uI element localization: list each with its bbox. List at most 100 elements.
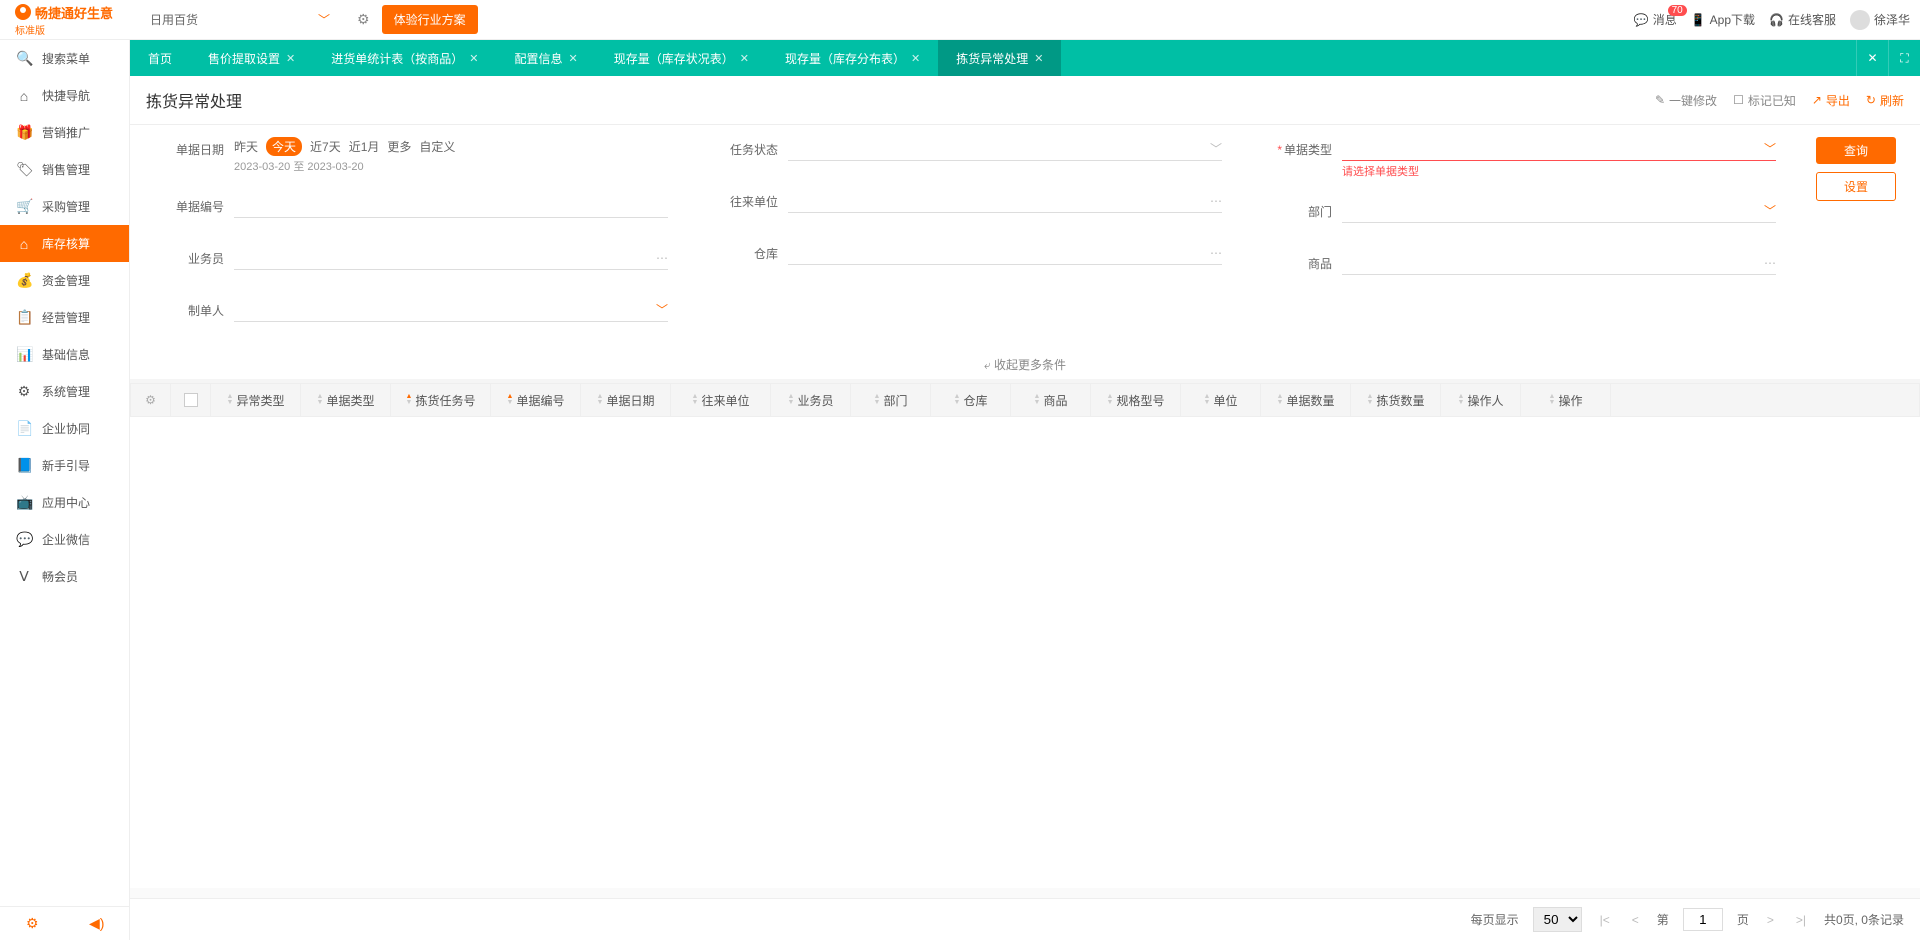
select-all-cell xyxy=(171,384,211,416)
preset-last7[interactable]: 近7天 xyxy=(310,138,341,155)
sidebar-item-9[interactable]: ⚙系统管理 xyxy=(0,373,129,410)
column-header-9[interactable]: ▲▼商品 xyxy=(1011,384,1091,416)
chevron-down-icon: ﹀ xyxy=(318,11,330,28)
close-icon[interactable]: ✕ xyxy=(286,52,295,65)
bill-type-input[interactable]: ﹀ xyxy=(1342,137,1776,161)
close-icon[interactable]: ✕ xyxy=(1034,52,1043,65)
warehouse-input[interactable]: ⋯ xyxy=(788,241,1222,265)
column-header-5[interactable]: ▲▼往来单位 xyxy=(671,384,771,416)
close-icon[interactable]: ✕ xyxy=(740,52,749,65)
product-input[interactable]: ⋯ xyxy=(1342,251,1776,275)
ellipsis-icon[interactable]: ⋯ xyxy=(1764,256,1776,270)
ellipsis-icon[interactable]: ⋯ xyxy=(656,251,668,265)
sidebar-item-13[interactable]: 💬企业微信 xyxy=(0,521,129,558)
page-input[interactable] xyxy=(1683,908,1723,931)
bill-type-error: 请选择单据类型 xyxy=(1342,163,1776,179)
chevron-down-icon[interactable]: ﹀ xyxy=(656,301,668,318)
export-button[interactable]: ↗ 导出 xyxy=(1812,92,1850,109)
ellipsis-icon[interactable]: ⋯ xyxy=(1210,194,1222,208)
gear-icon[interactable]: ⚙ xyxy=(357,11,370,28)
query-button[interactable]: 查询 xyxy=(1816,137,1896,164)
column-header-12[interactable]: ▲▼单据数量 xyxy=(1261,384,1351,416)
page-actions: ✎ 一键修改 ☐ 标记已知 ↗ 导出 ↻ 刷新 xyxy=(1655,92,1904,109)
table-settings-icon[interactable]: ⚙ xyxy=(131,384,171,416)
column-header-8[interactable]: ▲▼仓库 xyxy=(931,384,1011,416)
close-icon[interactable]: ✕ xyxy=(569,52,578,65)
task-status-input[interactable]: ﹀ xyxy=(788,137,1222,161)
fullscreen-button[interactable]: ⛶ xyxy=(1888,40,1920,76)
phone-icon: 📱 xyxy=(1691,13,1706,27)
column-header-10[interactable]: ▲▼规格型号 xyxy=(1091,384,1181,416)
partner-input[interactable]: ⋯ xyxy=(788,189,1222,213)
dept-input[interactable]: ﹀ xyxy=(1342,199,1776,223)
collapse-filters-button[interactable]: ⤶ 收起更多条件 xyxy=(130,350,1920,379)
sidebar-item-8[interactable]: 📊基础信息 xyxy=(0,336,129,373)
select-all-checkbox[interactable] xyxy=(184,393,198,407)
column-header-0[interactable]: ▲▼异常类型 xyxy=(211,384,301,416)
preset-yesterday[interactable]: 昨天 xyxy=(234,138,258,155)
salesman-input[interactable]: ⋯ xyxy=(234,246,668,270)
column-header-4[interactable]: ▲▼单据日期 xyxy=(581,384,671,416)
column-header-11[interactable]: ▲▼单位 xyxy=(1181,384,1261,416)
column-header-3[interactable]: ▲▼单据编号 xyxy=(491,384,581,416)
close-icon[interactable]: ✕ xyxy=(469,52,478,65)
sidebar-item-0[interactable]: 🔍搜索菜单 xyxy=(0,40,129,77)
column-header-13[interactable]: ▲▼拣货数量 xyxy=(1351,384,1441,416)
sidebar-item-7[interactable]: 📋经营管理 xyxy=(0,299,129,336)
per-page-select[interactable]: 50 xyxy=(1533,907,1582,932)
column-header-14[interactable]: ▲▼操作人 xyxy=(1441,384,1521,416)
next-page-button[interactable]: > xyxy=(1763,913,1778,927)
preset-last-month[interactable]: 近1月 xyxy=(349,138,380,155)
preset-custom[interactable]: 自定义 xyxy=(419,138,455,155)
sidebar-item-1[interactable]: ⌂快捷导航 xyxy=(0,77,129,114)
tab-2[interactable]: 进货单统计表（按商品）✕ xyxy=(313,40,496,76)
close-icon[interactable]: ✕ xyxy=(911,52,920,65)
cta-button[interactable]: 体验行业方案 xyxy=(382,5,478,34)
tab-4[interactable]: 现存量（库存状况表）✕ xyxy=(596,40,767,76)
sidebar-item-2[interactable]: 🎁营销推广 xyxy=(0,114,129,151)
close-tabs-button[interactable]: ✕ xyxy=(1856,40,1888,76)
sidebar-item-14[interactable]: Ⅴ畅会员 xyxy=(0,558,129,595)
preset-today[interactable]: 今天 xyxy=(266,137,302,156)
sidebar-item-3[interactable]: 🏷销售管理 xyxy=(0,151,129,188)
domain-selector[interactable]: 日用百货 ﹀ xyxy=(150,11,345,28)
column-header-2[interactable]: ▲▼拣货任务号 xyxy=(391,384,491,416)
settings-icon[interactable]: ⚙ xyxy=(0,907,65,940)
tab-1[interactable]: 售价提取设置✕ xyxy=(190,40,313,76)
column-header-1[interactable]: ▲▼单据类型 xyxy=(301,384,391,416)
user-menu[interactable]: 徐泽华 xyxy=(1850,10,1910,30)
column-header-15[interactable]: ▲▼操作 xyxy=(1521,384,1611,416)
last-page-button[interactable]: >| xyxy=(1792,913,1810,927)
settings-button[interactable]: 设置 xyxy=(1816,172,1896,201)
preset-more[interactable]: 更多 xyxy=(387,138,411,155)
chevron-down-icon[interactable]: ﹀ xyxy=(1210,140,1222,157)
collapse-sidebar-icon[interactable]: ◀) xyxy=(65,907,130,940)
sidebar-item-6[interactable]: 💰资金管理 xyxy=(0,262,129,299)
batch-edit-button[interactable]: ✎ 一键修改 xyxy=(1655,92,1717,109)
tab-5[interactable]: 现存量（库存分布表）✕ xyxy=(767,40,938,76)
column-header-7[interactable]: ▲▼部门 xyxy=(851,384,931,416)
chevron-down-icon[interactable]: ﹀ xyxy=(1764,202,1776,219)
ellipsis-icon[interactable]: ⋯ xyxy=(1210,246,1222,260)
app-download-button[interactable]: 📱 App下载 xyxy=(1691,11,1755,28)
billno-input[interactable] xyxy=(234,194,668,218)
online-service-button[interactable]: 🎧 在线客服 xyxy=(1769,11,1836,28)
sidebar-item-11[interactable]: 📘新手引导 xyxy=(0,447,129,484)
mark-known-button[interactable]: ☐ 标记已知 xyxy=(1733,92,1796,109)
column-header-6[interactable]: ▲▼业务员 xyxy=(771,384,851,416)
tab-6[interactable]: 拣货异常处理✕ xyxy=(938,40,1061,76)
maker-input[interactable]: ﹀ xyxy=(234,298,668,322)
first-page-button[interactable]: |< xyxy=(1596,913,1614,927)
tab-3[interactable]: 配置信息✕ xyxy=(496,40,595,76)
sidebar-item-10[interactable]: 📄企业协同 xyxy=(0,410,129,447)
dept-label: 部门 xyxy=(1262,199,1342,220)
messages-button[interactable]: 💬 消息 70 xyxy=(1634,11,1677,28)
prev-page-button[interactable]: < xyxy=(1628,913,1643,927)
chevron-down-icon[interactable]: ﹀ xyxy=(1764,140,1776,157)
sidebar-item-12[interactable]: 📺应用中心 xyxy=(0,484,129,521)
refresh-button[interactable]: ↻ 刷新 xyxy=(1866,92,1904,109)
tab-0[interactable]: 首页 xyxy=(130,40,190,76)
sidebar-item-4[interactable]: 🛒采购管理 xyxy=(0,188,129,225)
horizontal-scrollbar[interactable] xyxy=(130,888,1920,898)
sidebar-item-5[interactable]: ⌂库存核算 xyxy=(0,225,129,262)
